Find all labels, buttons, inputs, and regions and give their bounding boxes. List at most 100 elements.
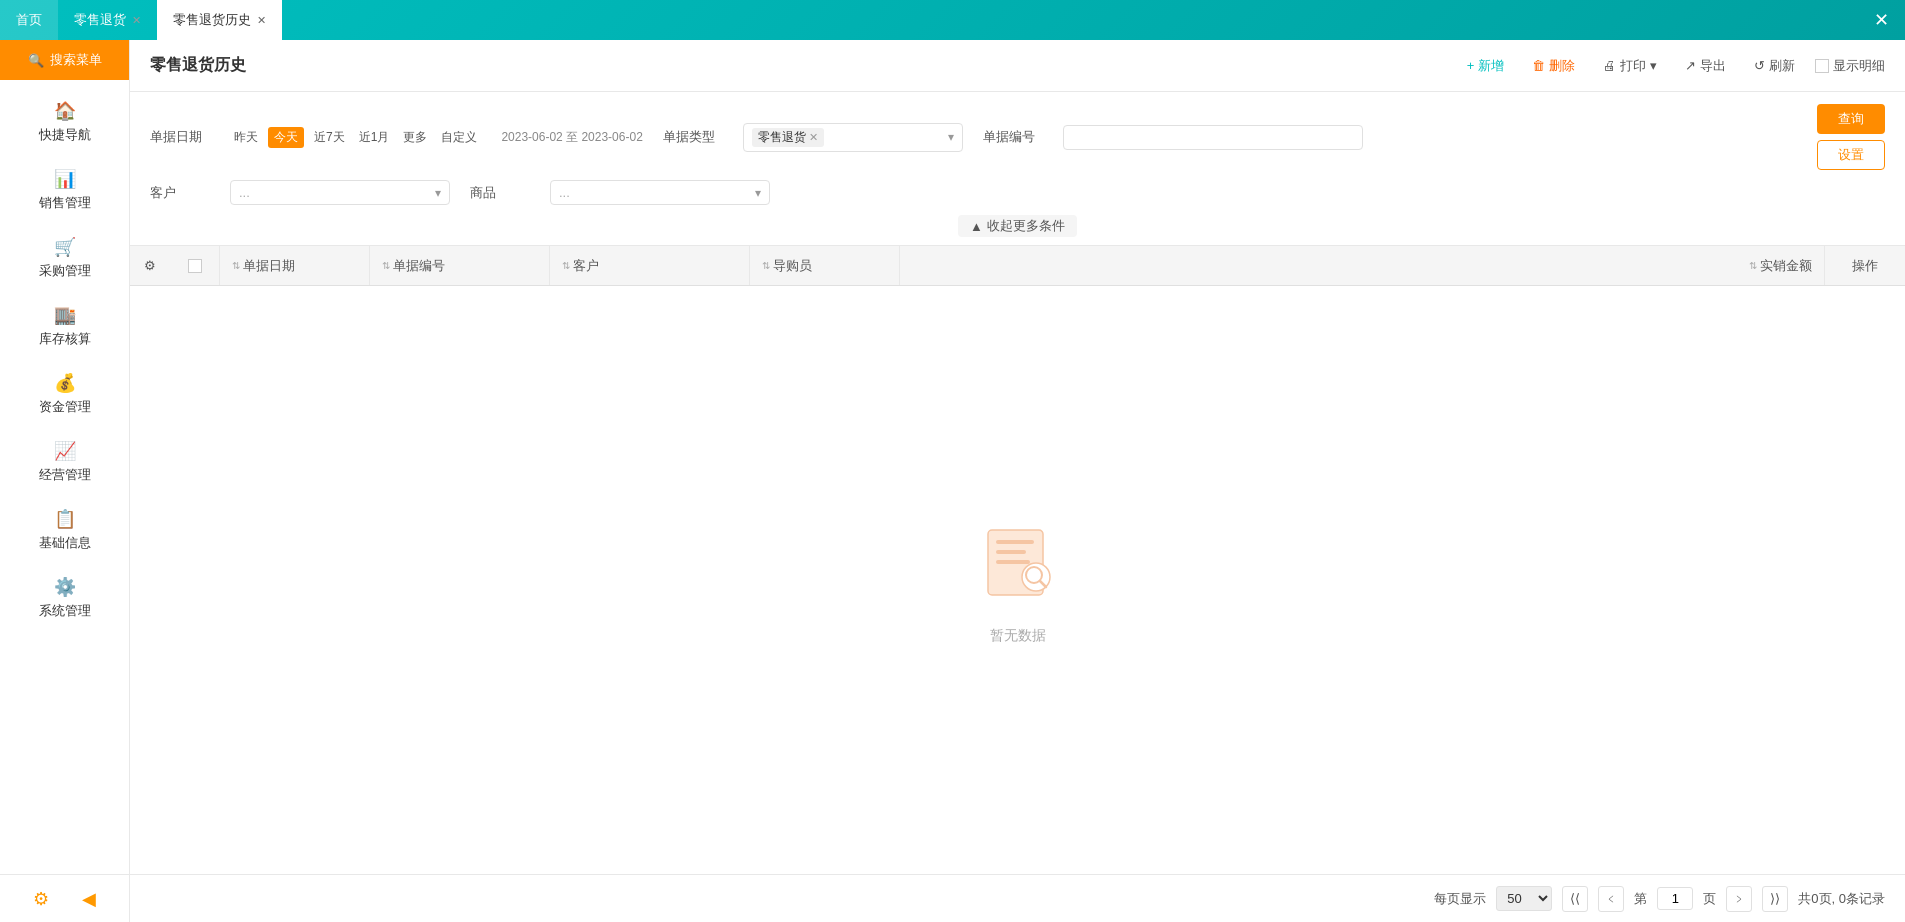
print-arrow-icon: ▾ [1650,58,1657,73]
collapse-label: 收起更多条件 [987,217,1065,235]
system-icon: ⚙️ [54,576,76,598]
basic-info-icon: 📋 [54,508,76,530]
th-operation-label: 操作 [1852,257,1878,275]
export-button[interactable]: ↗ 导出 [1677,53,1734,79]
page-prev-button[interactable]: ﹤ [1598,886,1624,912]
tab-retail-return-label: 零售退货 [74,11,126,29]
goods-dropdown-arrow: ▾ [755,186,761,200]
date-filter-group: 昨天 今天 近7天 近1月 更多 自定义 [230,127,481,148]
sidebar-item-inventory[interactable]: 🏬 库存核算 [0,292,129,360]
filter-setting-button[interactable]: 设置 [1817,140,1885,170]
print-button-label: 打印 [1620,57,1646,75]
query-button[interactable]: 查询 [1817,104,1885,134]
doc-type-tag: 零售退货 ✕ [752,128,824,147]
print-button[interactable]: 🖨 打印 ▾ [1595,53,1665,79]
empty-state-icon [968,515,1068,615]
tab-list: 首页 零售退货 ✕ 零售退货历史 ✕ [0,0,1858,40]
per-page-select[interactable]: 50 100 200 [1496,886,1552,911]
sort-icon-guide: ⇅ [762,260,770,271]
svg-rect-1 [996,540,1034,544]
tab-home-label: 首页 [16,11,42,29]
goods-placeholder: ... [559,185,570,200]
filter-row-1: 单据日期 昨天 今天 近7天 近1月 更多 自定义 2023-06-02 至 2… [150,104,1885,170]
tab-home[interactable]: 首页 [0,0,58,40]
sidebar-menu: 🏠 快捷导航 📊 销售管理 🛒 采购管理 🏬 库存核算 💰 资金管理 📈 [0,80,129,874]
doc-type-tag-value: 零售退货 [758,129,806,146]
doc-type-dropdown-arrow: ▾ [948,130,954,144]
goods-select[interactable]: ... ▾ [550,180,770,205]
collapse-sidebar-icon[interactable]: ◀ [82,888,96,910]
date-option-1month[interactable]: 近1月 [355,127,394,148]
display-detail-toggle[interactable]: 显示明细 [1815,57,1885,75]
sidebar-item-finance[interactable]: 💰 资金管理 [0,360,129,428]
date-option-today[interactable]: 今天 [268,127,304,148]
th-operation: 操作 [1825,246,1905,285]
refresh-button[interactable]: ↺ 刷新 [1746,53,1803,79]
pagination-bar: 每页显示 50 100 200 ⟨⟨ ﹤ 第 页 ﹥ ⟩⟩ 共0页, 0条记录 [130,874,1905,922]
select-all-checkbox[interactable] [188,259,202,273]
customer-select[interactable]: ... ▾ [230,180,450,205]
display-detail-checkbox[interactable] [1815,59,1829,73]
tab-retail-return-history-close[interactable]: ✕ [257,14,266,27]
collapse-button[interactable]: ▲ 收起更多条件 [958,215,1077,237]
doc-type-tag-close[interactable]: ✕ [809,131,818,144]
doc-num-input[interactable] [1063,125,1363,150]
total-text: 共0页, 0条记录 [1798,890,1885,908]
header-actions: + 新增 🗑 删除 🖨 打印 ▾ ↗ 导出 ↺ 刷新 [1459,53,1885,79]
collapse-row: ▲ 收起更多条件 [150,215,1885,237]
th-guide[interactable]: ⇅ 导购员 [750,246,900,285]
main-layout: 🔍 搜索菜单 🏠 快捷导航 📊 销售管理 🛒 采购管理 🏬 库存核算 💰 [0,40,1905,922]
sidebar-item-operations[interactable]: 📈 经营管理 [0,428,129,496]
content-area: 零售退货历史 + 新增 🗑 删除 🖨 打印 ▾ ↗ 导出 [130,40,1905,922]
delete-button-label: 删除 [1549,57,1575,75]
sidebar: 🔍 搜索菜单 🏠 快捷导航 📊 销售管理 🛒 采购管理 🏬 库存核算 💰 [0,40,130,922]
th-docnum-label: 单据编号 [393,257,445,275]
sort-icon-date: ⇅ [232,260,240,271]
inventory-icon: 🏬 [54,304,76,326]
customer-label: 客户 [150,184,210,202]
date-option-7days[interactable]: 近7天 [310,127,349,148]
table-header: ⚙ ⇅ 单据日期 ⇅ 单据编号 ⇅ 客户 ⇅ [130,246,1905,286]
th-docnum[interactable]: ⇅ 单据编号 [370,246,550,285]
empty-state-text: 暂无数据 [990,627,1046,645]
top-bar: 首页 零售退货 ✕ 零售退货历史 ✕ ✕ [0,0,1905,40]
sidebar-search-label: 搜索菜单 [50,51,102,69]
page-last-button[interactable]: ⟩⟩ [1762,886,1788,912]
th-checkbox[interactable] [170,246,220,285]
tab-retail-return[interactable]: 零售退货 ✕ [58,0,157,40]
sidebar-item-sales[interactable]: 📊 销售管理 [0,156,129,224]
sidebar-search-button[interactable]: 🔍 搜索菜单 [0,40,129,80]
sidebar-item-system[interactable]: ⚙️ 系统管理 [0,564,129,632]
settings-footer-icon[interactable]: ⚙ [33,888,49,910]
th-customer-label: 客户 [573,257,599,275]
sidebar-item-basic-info[interactable]: 📋 基础信息 [0,496,129,564]
tab-retail-return-history[interactable]: 零售退货历史 ✕ [157,0,282,40]
date-option-custom[interactable]: 自定义 [437,127,481,148]
doc-type-label: 单据类型 [663,128,723,146]
customer-placeholder: ... [239,185,250,200]
export-button-label: 导出 [1700,57,1726,75]
sidebar-item-purchase[interactable]: 🛒 采购管理 [0,224,129,292]
sidebar-item-system-label: 系统管理 [39,602,91,620]
th-customer[interactable]: ⇅ 客户 [550,246,750,285]
table-settings-icon[interactable]: ⚙ [144,258,156,273]
window-close-button[interactable]: ✕ [1858,9,1905,31]
page-next-button[interactable]: ﹥ [1726,886,1752,912]
filter-row-2: 客户 ... ▾ 商品 ... ▾ [150,180,1885,205]
export-icon: ↗ [1685,58,1696,73]
tab-retail-return-close[interactable]: ✕ [132,14,141,27]
th-amount[interactable]: ⇅ 实销金额 [900,246,1825,285]
page-header: 零售退货历史 + 新增 🗑 删除 🖨 打印 ▾ ↗ 导出 [130,40,1905,92]
new-button[interactable]: + 新增 [1459,53,1512,79]
doc-type-select[interactable]: 零售退货 ✕ ▾ [743,123,963,152]
purchase-icon: 🛒 [54,236,76,258]
page-number-input[interactable] [1657,887,1693,910]
delete-button[interactable]: 🗑 删除 [1524,53,1583,79]
empty-state: 暂无数据 [130,286,1905,874]
page-first-button[interactable]: ⟨⟨ [1562,886,1588,912]
th-date[interactable]: ⇅ 单据日期 [220,246,370,285]
sidebar-item-quick-nav[interactable]: 🏠 快捷导航 [0,88,129,156]
th-settings[interactable]: ⚙ [130,246,170,285]
date-option-more[interactable]: 更多 [399,127,431,148]
date-option-yesterday[interactable]: 昨天 [230,127,262,148]
